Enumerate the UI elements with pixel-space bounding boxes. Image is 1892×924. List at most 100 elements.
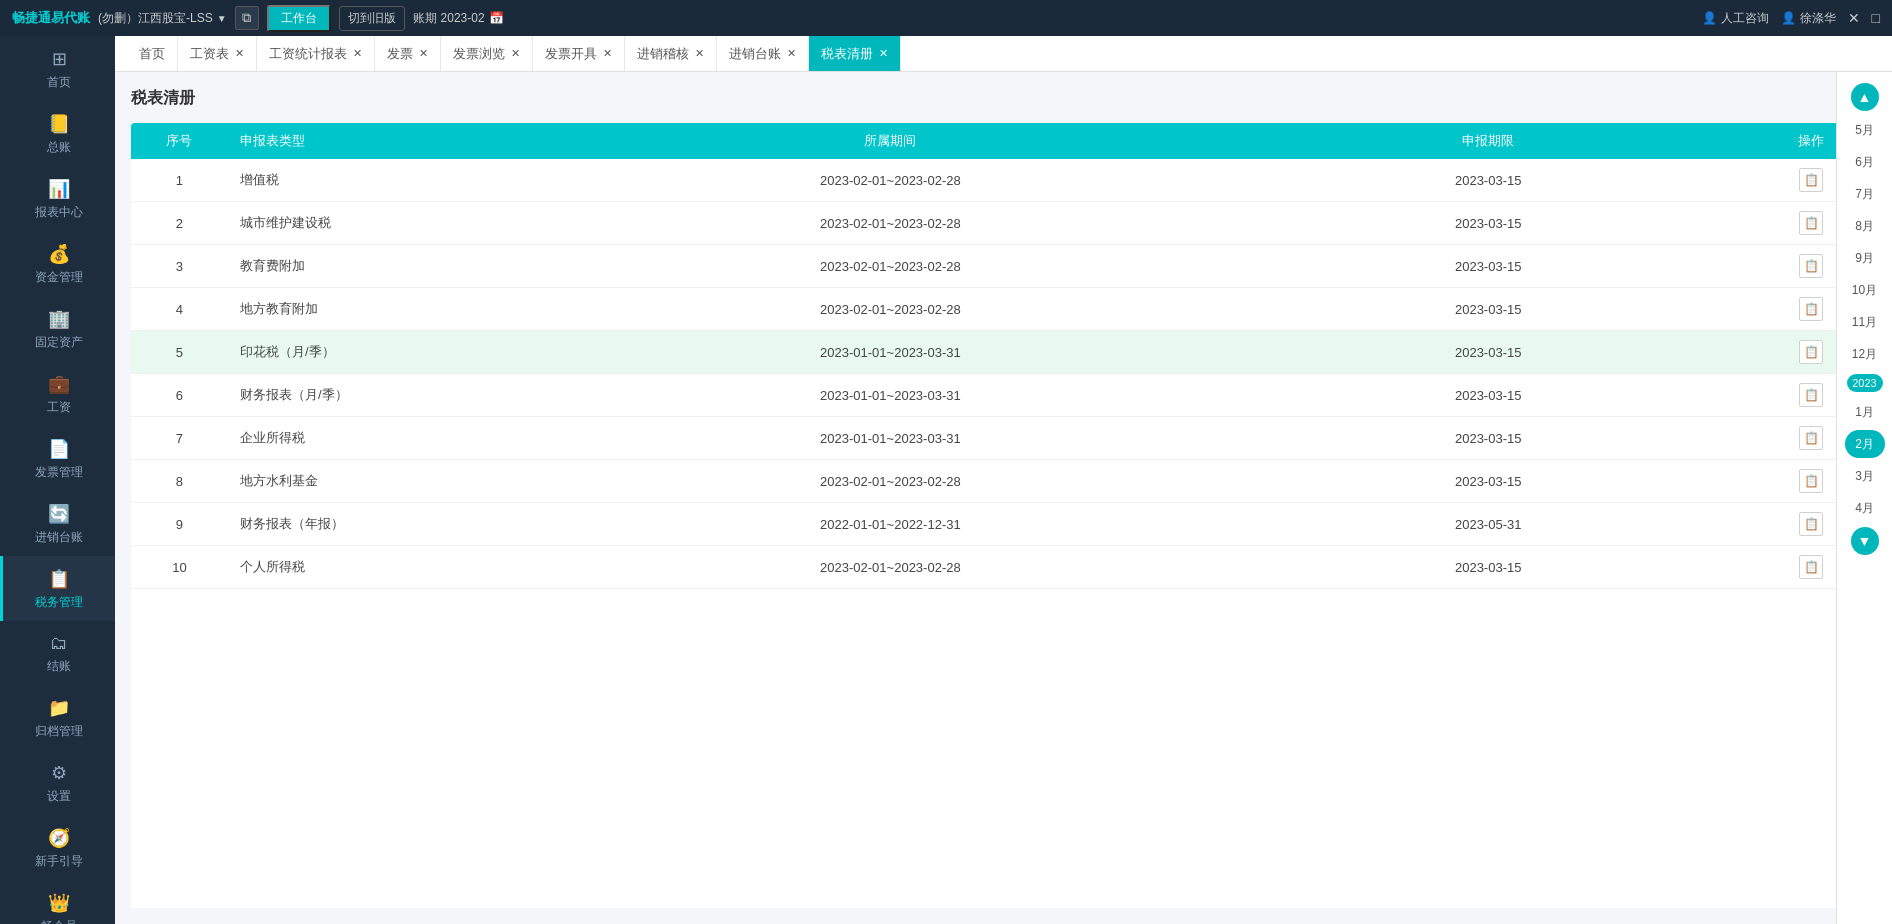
avatar-icon: 👤 <box>1781 11 1796 25</box>
sidebar-label-reports: 报表中心 <box>35 204 83 221</box>
invoice-icon: 📄 <box>48 438 70 460</box>
maximize-icon[interactable]: □ <box>1872 10 1880 26</box>
view-action-button[interactable]: 📋 <box>1799 297 1823 321</box>
cell-no: 7 <box>131 417 228 460</box>
tab-purchase-check[interactable]: 进销稽核 ✕ <box>625 36 717 72</box>
tab-salary-report-close[interactable]: ✕ <box>353 48 362 59</box>
copy-button[interactable]: ⧉ <box>235 6 259 30</box>
tab-tax-list-label: 税表清册 <box>821 45 873 63</box>
cell-deadline: 2023-03-15 <box>1230 546 1747 589</box>
tab-invoice-open-label: 发票开具 <box>545 45 597 63</box>
table-row: 5印花税（月/季）2023-01-01~2023-03-312023-03-15… <box>131 331 1876 374</box>
sidebar-item-ledger[interactable]: 📒 总账 <box>0 101 115 166</box>
sidebar-item-inout[interactable]: 🔄 进销台账 <box>0 491 115 556</box>
cell-period: 2023-02-01~2023-02-28 <box>551 460 1230 503</box>
sidebar-label-tax: 税务管理 <box>35 594 83 611</box>
cell-type: 城市维护建设税 <box>228 202 551 245</box>
tab-salary[interactable]: 工资表 ✕ <box>178 36 257 72</box>
tab-tax-list-close[interactable]: ✕ <box>879 48 888 59</box>
month-1[interactable]: 1月 <box>1845 398 1885 426</box>
view-action-button[interactable]: 📋 <box>1799 469 1823 493</box>
cell-type: 地方水利基金 <box>228 460 551 503</box>
tab-invoice-query[interactable]: 发票浏览 ✕ <box>441 36 533 72</box>
tab-invoice-query-close[interactable]: ✕ <box>511 48 520 59</box>
month-2-active[interactable]: 2月 <box>1845 430 1885 458</box>
cell-no: 9 <box>131 503 228 546</box>
view-action-button[interactable]: 📋 <box>1799 383 1823 407</box>
tab-purchase-check-close[interactable]: ✕ <box>695 48 704 59</box>
panel-down-button[interactable]: ▼ <box>1851 527 1879 555</box>
tab-home[interactable]: 首页 <box>127 36 178 72</box>
col-type: 申报表类型 <box>228 123 551 159</box>
sidebar-item-invoice[interactable]: 📄 发票管理 <box>0 426 115 491</box>
month-10[interactable]: 10月 <box>1845 276 1885 304</box>
month-3[interactable]: 3月 <box>1845 462 1885 490</box>
sidebar-item-home[interactable]: ⊞ 首页 <box>0 36 115 101</box>
switch-old-button[interactable]: 切到旧版 <box>339 6 405 31</box>
tab-salary-report[interactable]: 工资统计报表 ✕ <box>257 36 375 72</box>
table-row: 1增值税2023-02-01~2023-02-282023-03-15📋 <box>131 159 1876 202</box>
view-action-button[interactable]: 📋 <box>1799 512 1823 536</box>
page-header: 税表清册 ↻ 刷新 <box>131 88 1876 109</box>
sidebar-item-reports[interactable]: 📊 报表中心 <box>0 166 115 231</box>
view-action-button[interactable]: 📋 <box>1799 426 1823 450</box>
tab-tax-list[interactable]: 税表清册 ✕ <box>809 36 901 72</box>
sidebar-item-member[interactable]: 👑 畅会员 <box>0 880 115 924</box>
ledger-icon: 📒 <box>48 113 70 135</box>
sidebar-item-assets[interactable]: 🏢 固定资产 <box>0 296 115 361</box>
sidebar-label-invoice: 发票管理 <box>35 464 83 481</box>
tab-purchase-ledger-close[interactable]: ✕ <box>787 48 796 59</box>
table-row: 3教育费附加2023-02-01~2023-02-282023-03-15📋 <box>131 245 1876 288</box>
sidebar-item-salary[interactable]: 💼 工资 <box>0 361 115 426</box>
top-bar: 畅捷通易代账 (勿删）江西股宝-LSS ▼ ⧉ 工作台 切到旧版 账期 2023… <box>0 0 1892 36</box>
cell-type: 企业所得税 <box>228 417 551 460</box>
cell-deadline: 2023-03-15 <box>1230 288 1747 331</box>
assets-icon: 🏢 <box>48 308 70 330</box>
workbench-button[interactable]: 工作台 <box>267 5 331 32</box>
tab-invoice-open-close[interactable]: ✕ <box>603 48 612 59</box>
company-selector[interactable]: (勿删）江西股宝-LSS ▼ <box>98 10 227 27</box>
inout-icon: 🔄 <box>48 503 70 525</box>
table-row: 2城市维护建设税2023-02-01~2023-02-282023-03-15📋 <box>131 202 1876 245</box>
tab-invoice[interactable]: 发票 ✕ <box>375 36 441 72</box>
user-menu[interactable]: 👤 徐涤华 <box>1781 10 1836 27</box>
sidebar-item-funds[interactable]: 💰 资金管理 <box>0 231 115 296</box>
tab-purchase-ledger[interactable]: 进销台账 ✕ <box>717 36 809 72</box>
tab-salary-label: 工资表 <box>190 45 229 63</box>
sidebar-label-funds: 资金管理 <box>35 269 83 286</box>
cell-period: 2023-02-01~2023-02-28 <box>551 288 1230 331</box>
month-12[interactable]: 12月 <box>1845 340 1885 368</box>
service-button[interactable]: 👤 人工咨询 <box>1702 10 1769 27</box>
sidebar-item-settle[interactable]: 🗂 结账 <box>0 621 115 685</box>
panel-up-button[interactable]: ▲ <box>1851 83 1879 111</box>
month-6[interactable]: 6月 <box>1845 148 1885 176</box>
month-9[interactable]: 9月 <box>1845 244 1885 272</box>
month-4[interactable]: 4月 <box>1845 494 1885 522</box>
tab-invoice-open[interactable]: 发票开具 ✕ <box>533 36 625 72</box>
view-action-button[interactable]: 📋 <box>1799 340 1823 364</box>
close-icon[interactable]: ✕ <box>1848 10 1860 26</box>
view-action-button[interactable]: 📋 <box>1799 211 1823 235</box>
view-action-button[interactable]: 📋 <box>1799 254 1823 278</box>
cell-period: 2023-02-01~2023-02-28 <box>551 546 1230 589</box>
cell-period: 2023-01-01~2023-03-31 <box>551 417 1230 460</box>
sidebar-item-guide[interactable]: 🧭 新手引导 <box>0 815 115 880</box>
cell-no: 2 <box>131 202 228 245</box>
tab-salary-close[interactable]: ✕ <box>235 48 244 59</box>
tab-invoice-query-label: 发票浏览 <box>453 45 505 63</box>
sidebar-item-settings[interactable]: ⚙ 设置 <box>0 750 115 815</box>
top-bar-right: 👤 人工咨询 👤 徐涤华 ✕ □ <box>1702 10 1880 27</box>
view-action-button[interactable]: 📋 <box>1799 555 1823 579</box>
month-7[interactable]: 7月 <box>1845 180 1885 208</box>
calendar-icon[interactable]: 📅 <box>489 11 504 25</box>
sidebar-item-tax[interactable]: 📋 税务管理 <box>0 556 115 621</box>
sidebar-item-archive[interactable]: 📁 归档管理 <box>0 685 115 750</box>
view-action-button[interactable]: 📋 <box>1799 168 1823 192</box>
month-8[interactable]: 8月 <box>1845 212 1885 240</box>
month-11[interactable]: 11月 <box>1845 308 1885 336</box>
guide-icon: 🧭 <box>48 827 70 849</box>
month-5[interactable]: 5月 <box>1845 116 1885 144</box>
tab-invoice-close[interactable]: ✕ <box>419 48 428 59</box>
cell-deadline: 2023-03-15 <box>1230 245 1747 288</box>
sidebar-label-archive: 归档管理 <box>35 723 83 740</box>
